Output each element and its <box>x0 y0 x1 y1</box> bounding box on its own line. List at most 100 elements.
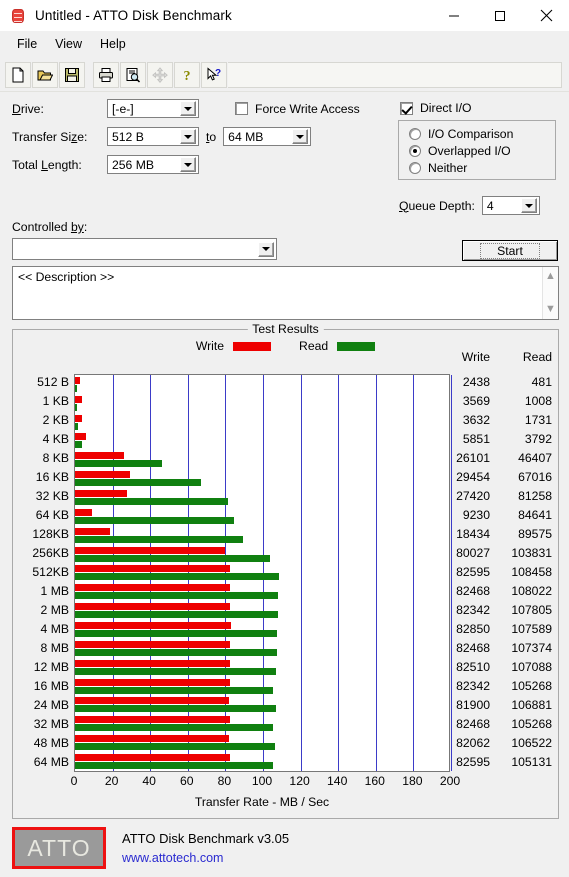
chart-y-label: 32 KB <box>35 489 69 504</box>
legend-write-label: Write <box>195 339 225 353</box>
write-value: 82850 <box>456 621 490 636</box>
context-help-icon[interactable]: ? <box>201 61 227 88</box>
close-button[interactable] <box>523 0 569 31</box>
table-row: 3632 1731 <box>428 413 552 427</box>
io-comparison-mark[interactable] <box>409 128 421 140</box>
menu-bar: File View Help <box>0 31 569 57</box>
table-row: 82595 105131 <box>428 755 552 769</box>
queue-depth-select[interactable]: 4 <box>481 196 540 215</box>
chevron-down-icon[interactable] <box>258 241 274 257</box>
read-value: 108458 <box>511 565 552 579</box>
move-icon <box>147 61 173 88</box>
table-row: 81900 106881 <box>428 698 552 712</box>
transfer-size-from-select[interactable]: 512 B <box>107 127 199 146</box>
total-length-select[interactable]: 256 MB <box>107 155 199 174</box>
scroll-up-icon[interactable]: ▲ <box>545 271 556 282</box>
chart-y-label: 8 KB <box>42 451 69 466</box>
write-value: 82595 <box>456 565 490 579</box>
write-bar <box>75 640 231 648</box>
read-value: 1008 <box>524 394 552 409</box>
force-write-access-label: Force Write Access <box>255 101 360 116</box>
neither-mark[interactable] <box>409 162 421 174</box>
write-bar <box>75 490 127 498</box>
write-bar <box>75 376 80 384</box>
read-bar <box>75 705 276 713</box>
drive-label: Drive: <box>12 101 44 116</box>
force-write-access-box[interactable] <box>235 102 248 115</box>
product-url[interactable]: www.attotech.com <box>122 851 289 865</box>
write-bar <box>75 622 231 630</box>
description-scrollbar[interactable]: ▲ ▼ <box>542 267 558 319</box>
description-box[interactable]: << Description >> ▲ ▼ <box>12 266 559 320</box>
read-value: 108022 <box>511 583 552 598</box>
start-button[interactable]: Start <box>462 240 558 261</box>
write-value: 18434 <box>456 527 490 542</box>
chart-x-axis-title: Transfer Rate - MB / Sec <box>194 795 330 809</box>
help-icon[interactable]: ? <box>174 61 200 88</box>
io-comparison-radio[interactable]: I/O Comparison <box>409 127 555 141</box>
read-bar <box>75 384 77 392</box>
chart-y-label: 512KB <box>32 565 69 579</box>
menu-file[interactable]: File <box>8 34 46 54</box>
read-value: 481 <box>531 375 552 390</box>
atto-logo: ATTO <box>12 827 106 869</box>
chart-bar-row <box>75 696 449 715</box>
minimize-button[interactable] <box>431 0 477 31</box>
chart-bar-row <box>75 733 449 752</box>
print-preview-icon[interactable] <box>120 61 146 88</box>
table-row: 27420 81258 <box>428 489 552 503</box>
save-icon[interactable] <box>59 61 85 88</box>
read-value: 107374 <box>511 640 552 655</box>
drive-select[interactable]: [-e-] <box>107 99 199 118</box>
write-value: 5851 <box>462 432 490 447</box>
controlled-by-select[interactable] <box>12 238 277 260</box>
read-value: 106881 <box>511 697 552 712</box>
neither-radio[interactable]: Neither <box>409 161 555 175</box>
direct-io-box[interactable] <box>400 101 413 115</box>
transfer-size-to-label: to <box>206 129 217 144</box>
write-bar <box>75 735 230 743</box>
overlapped-io-radio[interactable]: Overlapped I/O <box>409 144 555 158</box>
chart-bar-row <box>75 714 449 733</box>
transfer-size-to-select[interactable]: 64 MB <box>223 127 312 146</box>
read-bar <box>75 535 244 543</box>
chevron-down-icon[interactable] <box>292 129 309 144</box>
write-bar <box>75 414 82 422</box>
table-row: 82468 108022 <box>428 584 552 598</box>
overlapped-io-mark[interactable] <box>409 145 421 157</box>
chevron-down-icon[interactable] <box>180 157 196 172</box>
chevron-down-icon[interactable] <box>520 198 537 213</box>
chevron-down-icon[interactable] <box>180 101 196 116</box>
read-bar <box>75 479 201 487</box>
read-value: 105268 <box>511 716 552 731</box>
title-bar: Untitled - ATTO Disk Benchmark <box>0 0 569 31</box>
table-row: 5851 3792 <box>428 432 552 446</box>
open-icon[interactable] <box>32 61 58 88</box>
direct-io-label: Direct I/O <box>420 101 472 115</box>
write-bar <box>75 527 110 535</box>
maximize-button[interactable] <box>477 0 523 31</box>
write-bar <box>75 471 131 479</box>
menu-help[interactable]: Help <box>91 34 135 54</box>
table-row: 82062 106522 <box>428 736 552 750</box>
disk-drive-icon <box>10 8 26 24</box>
write-value: 82062 <box>456 735 490 750</box>
chevron-down-icon[interactable] <box>180 129 196 144</box>
chart-x-tick: 80 <box>217 774 232 788</box>
chart-bar-row <box>75 526 449 545</box>
read-value: 67016 <box>518 470 552 485</box>
print-icon[interactable] <box>93 61 119 88</box>
menu-view[interactable]: View <box>46 34 91 54</box>
settings-panel: Drive: [-e-] Force Write Access Transfer… <box>0 92 569 220</box>
read-value: 107088 <box>511 659 552 674</box>
chart-bar-row <box>75 375 449 394</box>
new-icon[interactable] <box>5 61 31 88</box>
overlapped-io-label: Overlapped I/O <box>428 144 511 158</box>
scroll-down-icon[interactable]: ▼ <box>545 304 556 315</box>
chart-y-label: 4 KB <box>42 432 69 447</box>
read-value: 106522 <box>511 735 552 750</box>
chart-bars <box>75 375 449 771</box>
force-write-access-checkbox[interactable]: Force Write Access <box>235 102 360 116</box>
direct-io-checkbox[interactable]: Direct I/O <box>400 101 471 115</box>
write-bar <box>75 659 231 667</box>
